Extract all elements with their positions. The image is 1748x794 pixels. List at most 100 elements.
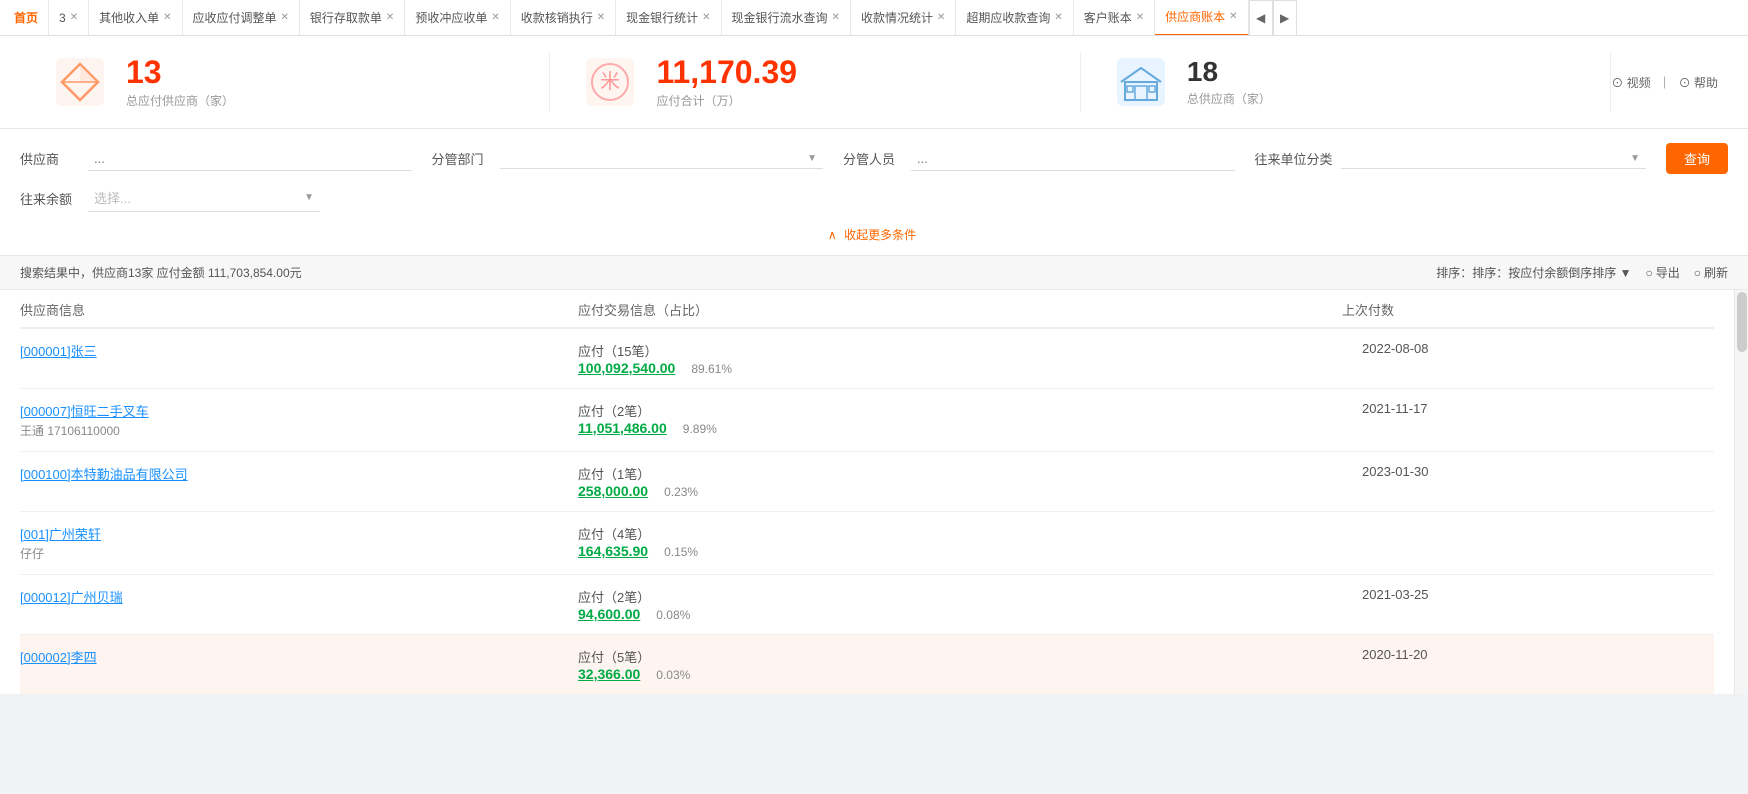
summary-label-2: 应付合计（万） bbox=[656, 92, 797, 109]
dept-select[interactable]: ▼ bbox=[500, 149, 824, 169]
close-tab-pre-collect[interactable]: ✕ bbox=[491, 12, 499, 23]
lastpay-val-4: 2021-03-25 bbox=[1342, 587, 1429, 602]
top-nav: 首页 3 ✕ 其他收入单 ✕ 应收应付调整单 ✕ 银行存取款单 ✕ 预收冲应收单… bbox=[0, 0, 1748, 36]
tx-label-2: 应付（1笔） bbox=[578, 464, 1322, 483]
scrollbar[interactable] bbox=[1734, 290, 1748, 694]
table-row: [001]广州荣轩 仔仔 应付（4笔） 164,635.90 0.15% bbox=[20, 512, 1714, 575]
filter-section: 供应商 分管部门 ▼ 分管人员 往来单位分类 ▼ 查询 往来 bbox=[0, 129, 1748, 256]
tx-row-5: 32,366.00 0.03% bbox=[578, 666, 1322, 682]
filter-item-dept: 分管部门 ▼ bbox=[432, 149, 824, 169]
close-tab-collect-stat[interactable]: ✕ bbox=[937, 12, 945, 23]
scrollbar-thumb[interactable] bbox=[1737, 292, 1747, 352]
supplier-name-0[interactable]: [000001]张三 bbox=[20, 341, 578, 360]
close-tab-cash-bank-stat[interactable]: ✕ bbox=[702, 12, 710, 23]
filter-item-category: 往来单位分类 ▼ bbox=[1255, 149, 1647, 169]
close-tab-customer-ledger[interactable]: ✕ bbox=[1136, 12, 1144, 23]
results-bar: 搜索结果中，供应商13家 应付金额 111,703,854.00元 排序：排序：… bbox=[0, 256, 1748, 290]
tx-row-3: 164,635.90 0.15% bbox=[578, 543, 1322, 559]
help-link[interactable]: ⊙ 帮助 bbox=[1679, 74, 1718, 91]
col-supplier-0: [000001]张三 bbox=[20, 341, 578, 360]
tx-amount-5[interactable]: 32,366.00 bbox=[578, 666, 640, 682]
summary-card-2: 米 11,170.39 应付合计（万） bbox=[550, 52, 1080, 112]
nav-prev-arrow[interactable]: ◀ bbox=[1249, 0, 1273, 36]
supplier-name-1[interactable]: [000007]恒旺二手叉车 bbox=[20, 401, 578, 420]
nav-tab-supplier-ledger[interactable]: 供应商账本 ✕ bbox=[1155, 0, 1248, 36]
nav-tab-customer-ledger[interactable]: 客户账本 ✕ bbox=[1074, 0, 1155, 36]
supplier-input[interactable] bbox=[88, 147, 412, 171]
summary-num-1: 13 bbox=[126, 56, 234, 88]
header-supplier: 供应商信息 bbox=[20, 300, 578, 319]
col-transaction-2: 应付（1笔） 258,000.00 0.23% bbox=[578, 464, 1322, 499]
close-tab-cash-flow[interactable]: ✕ bbox=[832, 12, 840, 23]
col-supplier-3: [001]广州荣轩 仔仔 bbox=[20, 524, 578, 562]
tx-row-1: 11,051,486.00 9.89% bbox=[578, 420, 1322, 436]
lastpay-val-5: 2020-11-20 bbox=[1342, 647, 1428, 662]
refresh-button[interactable]: ○ 刷新 bbox=[1694, 264, 1728, 281]
table-row: [000002]李四 应付（5笔） 32,366.00 0.03% 2020-1… bbox=[20, 635, 1714, 694]
filter-row-1: 供应商 分管部门 ▼ 分管人员 往来单位分类 ▼ 查询 bbox=[20, 143, 1728, 174]
export-button[interactable]: ○ 导出 bbox=[1645, 264, 1679, 281]
summary-label-1: 总应付供应商（家） bbox=[126, 92, 234, 109]
table-row: [000007]恒旺二手叉车 王通 17106110000 应付（2笔） 11,… bbox=[20, 389, 1714, 452]
nav-tab-cash-bank-stat[interactable]: 现金银行统计 ✕ bbox=[616, 0, 721, 36]
sort-label: 排序：排序：按应付余额倒序排序 ▼ bbox=[1436, 264, 1631, 281]
close-tab-supplier-ledger[interactable]: ✕ bbox=[1229, 11, 1237, 22]
filter-item-person: 分管人员 bbox=[843, 147, 1235, 171]
collapse-label: 收起更多条件 bbox=[844, 228, 916, 242]
supplier-name-2[interactable]: [000100]本特勤油品有限公司 bbox=[20, 464, 578, 483]
tx-row-0: 100,092,540.00 89.61% bbox=[578, 360, 1322, 376]
lastpay-val-2: 2023-01-30 bbox=[1342, 464, 1429, 479]
nav-tab-overdue-ar[interactable]: 超期应收款查询 ✕ bbox=[956, 0, 1073, 36]
person-input[interactable] bbox=[911, 147, 1235, 171]
header-lastpay: 上次付数 bbox=[1322, 300, 1714, 319]
nav-tab-other-income[interactable]: 其他收入单 ✕ bbox=[89, 0, 182, 36]
close-tab-overdue-ar[interactable]: ✕ bbox=[1054, 12, 1062, 23]
tx-percent-2: 0.23% bbox=[664, 485, 698, 499]
nav-tab-collect-verify[interactable]: 收款核销执行 ✕ bbox=[511, 0, 616, 36]
tx-amount-1[interactable]: 11,051,486.00 bbox=[578, 420, 667, 436]
tx-amount-3[interactable]: 164,635.90 bbox=[578, 543, 648, 559]
divider: ｜ bbox=[1659, 74, 1671, 91]
tx-amount-0[interactable]: 100,092,540.00 bbox=[578, 360, 675, 376]
tx-amount-2[interactable]: 258,000.00 bbox=[578, 483, 648, 499]
supplier-name-3[interactable]: [001]广州荣轩 bbox=[20, 524, 578, 543]
category-label: 往来单位分类 bbox=[1255, 149, 1333, 168]
nav-tab-cash-flow[interactable]: 现金银行流水查询 ✕ bbox=[722, 0, 851, 36]
nav-next-arrow[interactable]: ▶ bbox=[1273, 0, 1297, 36]
nav-tab-ar-ap-adjust[interactable]: 应收应付调整单 ✕ bbox=[183, 0, 300, 36]
table-container: 供应商信息 应付交易信息（占比） 上次付数 [000001]张三 应付（15笔）… bbox=[0, 290, 1748, 694]
supplier-name-5[interactable]: [000002]李四 bbox=[20, 647, 578, 666]
tx-amount-4[interactable]: 94,600.00 bbox=[578, 606, 640, 622]
tx-label-1: 应付（2笔） bbox=[578, 401, 1322, 420]
table-header: 供应商信息 应付交易信息（占比） 上次付数 bbox=[20, 290, 1714, 329]
close-tab-bank-deposit[interactable]: ✕ bbox=[386, 12, 394, 23]
balance-placeholder: 选择... bbox=[94, 188, 131, 207]
col-transaction-4: 应付（2笔） 94,600.00 0.08% bbox=[578, 587, 1322, 622]
col-lastpay-3 bbox=[1322, 524, 1714, 539]
nav-tab-pre-collect[interactable]: 预收冲应收单 ✕ bbox=[405, 0, 510, 36]
nav-tab-bank-deposit[interactable]: 银行存取款单 ✕ bbox=[300, 0, 405, 36]
balance-select[interactable]: 选择... ▼ bbox=[88, 184, 320, 212]
collapse-bar[interactable]: ∧ 收起更多条件 bbox=[20, 222, 1728, 245]
nav-tab-collect-stat[interactable]: 收款情况统计 ✕ bbox=[851, 0, 956, 36]
close-tab-3[interactable]: ✕ bbox=[70, 12, 78, 23]
close-tab-ar-ap-adjust[interactable]: ✕ bbox=[281, 12, 289, 23]
nav-tab-3[interactable]: 3 ✕ bbox=[49, 0, 89, 36]
supplier-contact: 王通 17106110000 bbox=[20, 422, 578, 439]
refresh-icon: ○ bbox=[1694, 266, 1701, 280]
col-supplier-1: [000007]恒旺二手叉车 王通 17106110000 bbox=[20, 401, 578, 439]
supplier-name-4[interactable]: [000012]广州贝瑞 bbox=[20, 587, 578, 606]
results-actions: 排序：排序：按应付余额倒序排序 ▼ ○ 导出 ○ 刷新 bbox=[1436, 264, 1728, 281]
nav-tab-home[interactable]: 首页 bbox=[4, 0, 49, 36]
tx-row-2: 258,000.00 0.23% bbox=[578, 483, 1322, 499]
category-select[interactable]: ▼ bbox=[1341, 149, 1646, 169]
col-supplier-4: [000012]广州贝瑞 bbox=[20, 587, 578, 606]
tx-row-4: 94,600.00 0.08% bbox=[578, 606, 1322, 622]
video-link[interactable]: ⊙ 视频 bbox=[1611, 74, 1650, 91]
col-lastpay-2: 2023-01-30 bbox=[1322, 464, 1714, 479]
sort-value[interactable]: 排序：按应付余额倒序排序 bbox=[1472, 266, 1616, 280]
col-lastpay-5: 2020-11-20 bbox=[1322, 647, 1714, 662]
search-button[interactable]: 查询 bbox=[1666, 143, 1728, 174]
close-tab-other-income[interactable]: ✕ bbox=[163, 12, 171, 23]
close-tab-collect-verify[interactable]: ✕ bbox=[597, 12, 605, 23]
